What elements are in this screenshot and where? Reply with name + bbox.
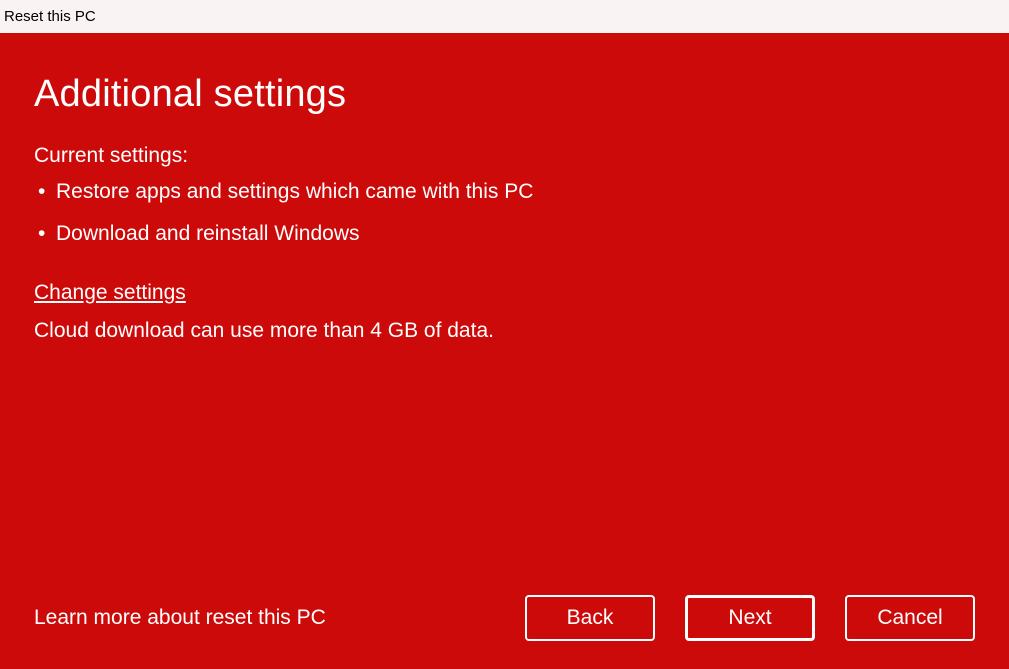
- dialog-body: Additional settings Current settings: Re…: [0, 33, 1009, 669]
- current-settings-list: Restore apps and settings which came wit…: [34, 178, 975, 263]
- dialog-footer: Learn more about reset this PC Back Next…: [34, 595, 975, 641]
- button-row: Back Next Cancel: [525, 595, 975, 641]
- window-title: Reset this PC: [4, 8, 96, 25]
- learn-more-link[interactable]: Learn more about reset this PC: [34, 606, 326, 630]
- current-settings-label: Current settings:: [34, 144, 975, 168]
- list-item: Restore apps and settings which came wit…: [34, 178, 975, 206]
- change-settings-link[interactable]: Change settings: [34, 281, 975, 305]
- list-item: Download and reinstall Windows: [34, 220, 975, 248]
- cancel-button[interactable]: Cancel: [845, 595, 975, 641]
- data-usage-note: Cloud download can use more than 4 GB of…: [34, 319, 975, 343]
- back-button[interactable]: Back: [525, 595, 655, 641]
- window-titlebar: Reset this PC: [0, 0, 1009, 33]
- page-heading: Additional settings: [34, 73, 975, 116]
- next-button[interactable]: Next: [685, 595, 815, 641]
